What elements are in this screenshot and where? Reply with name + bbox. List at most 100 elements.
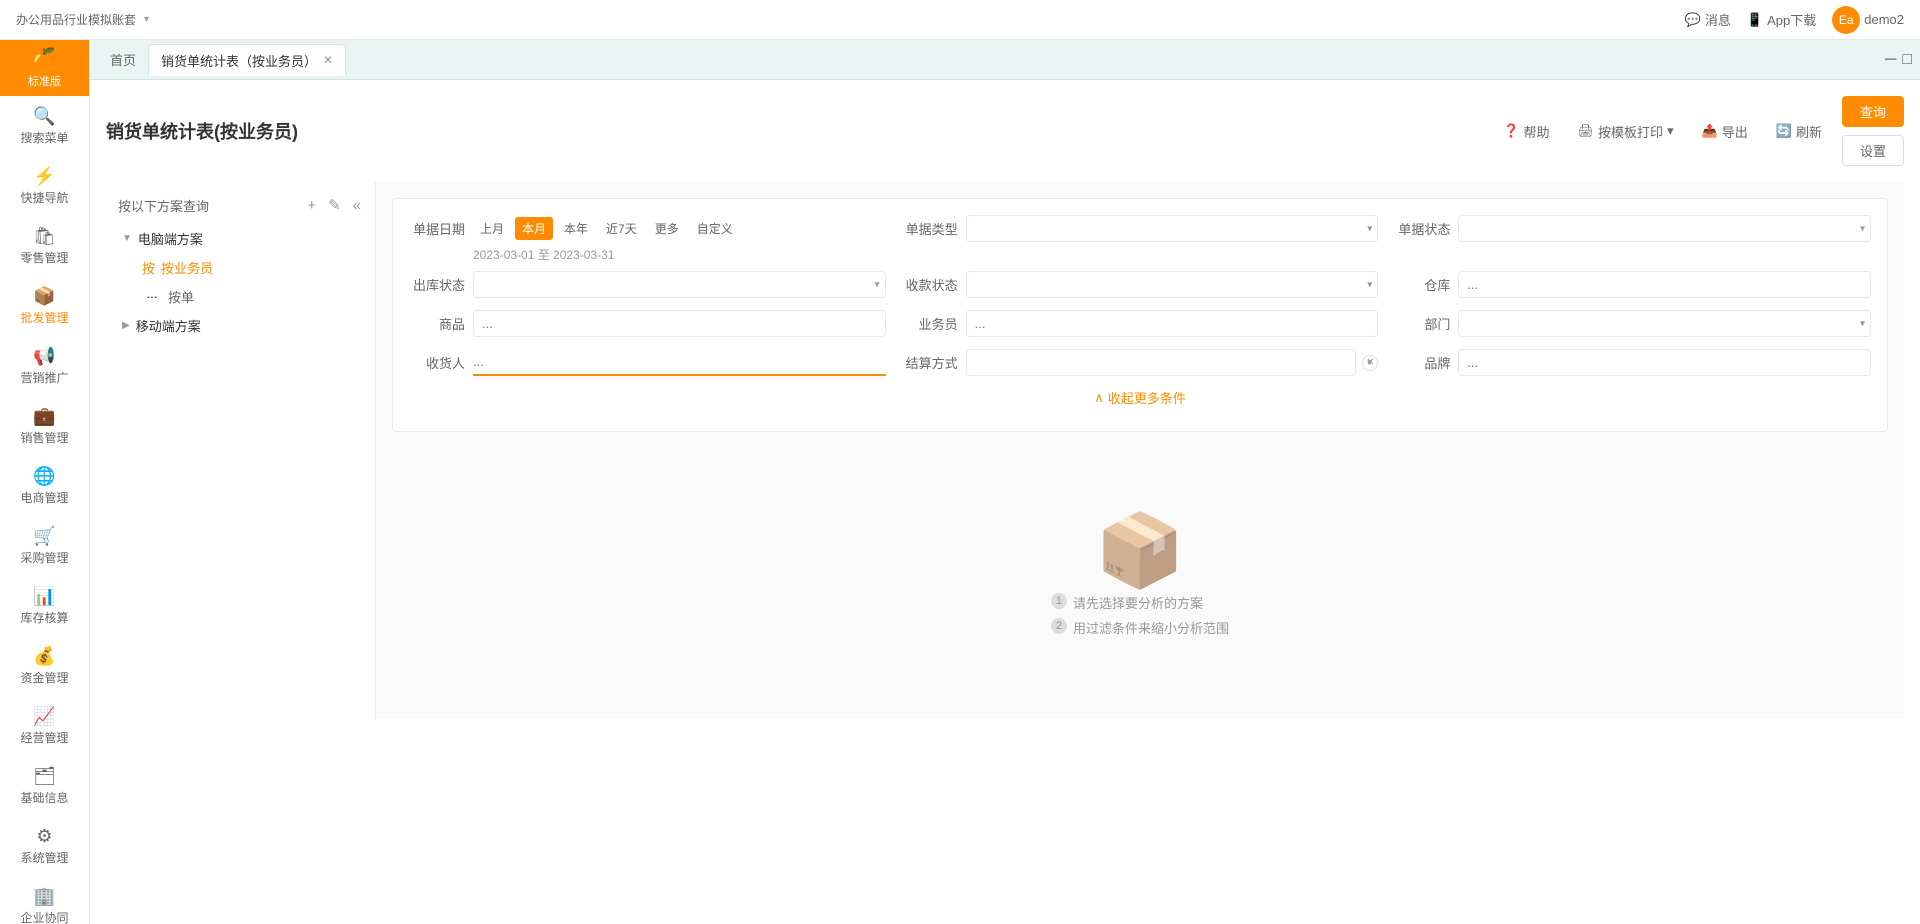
department-select[interactable] <box>1458 310 1871 337</box>
empty-tip-1: 1 请先选择要分析的方案 <box>1051 593 1229 612</box>
filter-row-1: 单据日期 上月 本月 本年 近7天 更多 自定义 <box>409 215 1871 242</box>
sidebar-label-sales: 销售管理 <box>4 429 85 446</box>
filter-department: 部门 ▾ <box>1394 310 1871 337</box>
btn-last-month[interactable]: 上月 <box>473 217 511 240</box>
sidebar-item-marketing[interactable]: 📢 营销推广 <box>0 336 89 396</box>
sidebar-item-search[interactable]: 🔍 搜索菜单 <box>0 96 89 156</box>
main-workspace: 单据日期 上月 本月 本年 近7天 更多 自定义 <box>376 182 1904 719</box>
sidebar-item-wholesale[interactable]: 📦 批发管理 <box>0 276 89 336</box>
help-label: 帮助 <box>1524 122 1550 141</box>
collapse-scheme-btn[interactable]: « <box>351 195 363 216</box>
shortcut-icon: ⚡ <box>4 166 85 187</box>
app-name-dropdown[interactable]: ▾ <box>144 14 149 25</box>
tree-child-salesperson-label: 按业务员 <box>161 258 213 277</box>
date-label: 单据日期 <box>409 219 465 238</box>
tab-home[interactable]: 首页 <box>98 44 148 76</box>
tree-children-desktop: 按 按业务员 𝌀 按单 <box>118 253 363 311</box>
stockstatus-select[interactable] <box>473 271 886 298</box>
help-btn[interactable]: ❓ 帮助 <box>1495 118 1557 145</box>
settlement-clear-btn[interactable]: ✕ <box>1362 355 1378 371</box>
query-btn[interactable]: 查询 <box>1842 96 1904 127</box>
settlement-select-wrap: ✕ ▾ <box>966 349 1379 376</box>
doctype-select[interactable] <box>966 215 1379 242</box>
scheme-header: 按以下方案查询 + ✎ « <box>118 194 363 216</box>
sidebar-logo: 🍊 标准版 <box>0 40 90 96</box>
filter-docstatus: 单据状态 ▾ <box>1394 215 1871 242</box>
template-print-label: 按模板打印 <box>1598 122 1663 141</box>
sales-icon: 💼 <box>4 406 85 427</box>
add-scheme-btn[interactable]: + <box>305 195 318 216</box>
salesperson-icon: 按 <box>142 258 155 277</box>
tree-child-salesperson[interactable]: 按 按业务员 <box>138 253 363 282</box>
tab-maximize-btn[interactable]: □ <box>1902 51 1912 69</box>
edit-scheme-btn[interactable]: ✎ <box>326 194 343 216</box>
tab-home-label: 首页 <box>110 50 136 69</box>
app-download-btn[interactable]: 📱 App下载 <box>1747 10 1816 29</box>
collapse-icon: « <box>353 197 361 214</box>
doctype-select-wrap: ▾ <box>966 215 1379 242</box>
receivestatus-label: 收款状态 <box>902 275 958 294</box>
sidebar-item-ecommerce[interactable]: 🌐 电商管理 <box>0 456 89 516</box>
filter-row-3: 商品 业务员 部门 <box>409 310 1871 337</box>
phone-icon: 📱 <box>1747 12 1763 28</box>
docstatus-select[interactable] <box>1458 215 1871 242</box>
tab-bar-actions: ─ □ <box>1885 51 1912 69</box>
workspace: 按以下方案查询 + ✎ « <box>106 182 1904 719</box>
receiver-input[interactable] <box>473 349 886 376</box>
doctype-label: 单据类型 <box>902 219 958 238</box>
user-avatar-btn[interactable]: Ea demo2 <box>1832 6 1904 34</box>
top-bar: 办公用品行业模拟账套 ▾ 💬 消息 📱 App下载 Ea demo2 <box>0 0 1920 40</box>
docstatus-label: 单据状态 <box>1394 219 1450 238</box>
salesperson-input[interactable] <box>966 310 1379 337</box>
btn-this-year[interactable]: 本年 <box>557 217 595 240</box>
page-header: 销货单统计表(按业务员) ❓ 帮助 🖨 按模板打印 ▾ <box>106 96 1904 166</box>
empty-state-tips: 1 请先选择要分析的方案 2 用过滤条件来缩小分析范围 <box>1051 593 1229 643</box>
export-btn[interactable]: 📤 导出 <box>1694 118 1756 145</box>
sidebar-item-retail[interactable]: 🛍 零售管理 <box>0 216 89 276</box>
username-label: demo2 <box>1864 12 1904 27</box>
tree-mobile[interactable]: ▶ 移动端方案 <box>118 311 363 340</box>
template-print-btn[interactable]: 🖨 按模板打印 ▾ <box>1570 118 1682 145</box>
settings-btn[interactable]: 设置 <box>1842 135 1904 166</box>
sidebar-item-finance[interactable]: 💰 资金管理 <box>0 636 89 696</box>
message-btn[interactable]: 💬 消息 <box>1685 10 1731 29</box>
tab-sales-stat[interactable]: 销货单统计表（按业务员） ✕ <box>148 44 346 76</box>
filter-brand: 品牌 <box>1394 349 1871 376</box>
sidebar-item-sales[interactable]: 💼 销售管理 <box>0 396 89 456</box>
brand-input[interactable] <box>1458 349 1871 376</box>
sidebar-item-operation[interactable]: 📈 经营管理 <box>0 696 89 756</box>
sidebar-item-shortcut[interactable]: ⚡ 快捷导航 <box>0 156 89 216</box>
logo-text: 标准版 <box>28 73 61 89</box>
sidebar-item-inventory[interactable]: 📊 库存核算 <box>0 576 89 636</box>
warehouse-input[interactable] <box>1458 271 1871 298</box>
filter-salesperson: 业务员 <box>902 310 1379 337</box>
btn-last7[interactable]: 近7天 <box>599 217 644 240</box>
settlement-select[interactable] <box>966 349 1357 376</box>
filter-row-2: 出库状态 ▾ <box>409 271 1871 298</box>
tree-desktop[interactable]: ▼ 电脑端方案 <box>118 224 363 253</box>
print-icon: 🖨 <box>1578 123 1595 139</box>
content-area: 首页 销货单统计表（按业务员） ✕ ─ □ 销货单统计表(按业务员) <box>90 40 1920 924</box>
tree-child-order[interactable]: 𝌀 按单 <box>138 282 363 311</box>
btn-more[interactable]: 更多 <box>648 217 686 240</box>
sidebar-item-system[interactable]: ⚙ 系统管理 <box>0 816 89 876</box>
collapse-btn[interactable]: ∧ 收起更多条件 <box>1094 388 1186 407</box>
tab-minimize-btn[interactable]: ─ <box>1885 51 1896 69</box>
sidebar-item-purchase[interactable]: 🛒 采购管理 <box>0 516 89 576</box>
sidebar-label-enterprise: 企业协同 <box>4 909 85 924</box>
sidebar-item-basic[interactable]: 🗂 基础信息 <box>0 756 89 816</box>
btn-custom[interactable]: 自定义 <box>690 217 740 240</box>
empty-state: 📦 1 请先选择要分析的方案 2 用过滤条件来缩小分析范围 <box>392 448 1888 703</box>
date-row: 上月 本月 本年 近7天 更多 自定义 <box>473 217 886 240</box>
goods-input[interactable] <box>473 310 886 337</box>
department-label: 部门 <box>1394 314 1450 333</box>
ecommerce-icon: 🌐 <box>4 466 85 487</box>
btn-this-month[interactable]: 本月 <box>515 217 553 240</box>
sidebar-label-inventory: 库存核算 <box>4 609 85 626</box>
receivestatus-select[interactable] <box>966 271 1379 298</box>
warehouse-label: 仓库 <box>1394 275 1450 294</box>
refresh-btn[interactable]: 🔄 刷新 <box>1768 118 1830 145</box>
tab-close-btn[interactable]: ✕ <box>323 53 333 67</box>
salesperson-label: 业务员 <box>902 314 958 333</box>
sidebar-item-enterprise[interactable]: 🏢 企业协同 <box>0 876 89 924</box>
